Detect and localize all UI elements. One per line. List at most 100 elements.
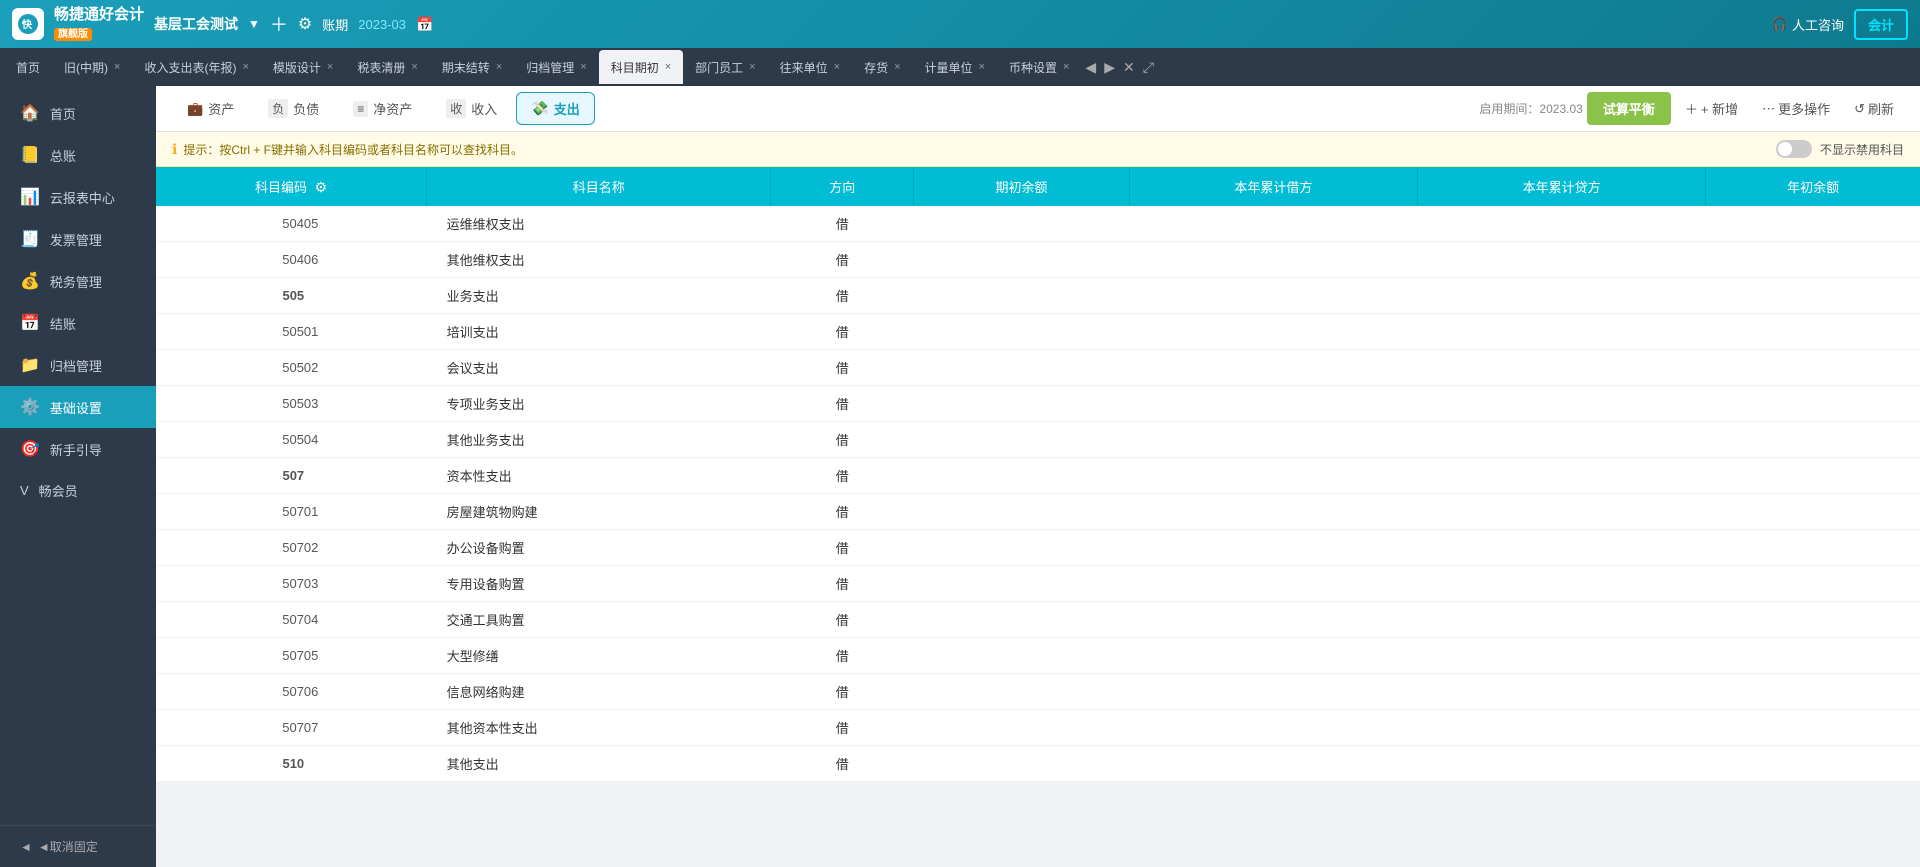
logo-icon: 快: [12, 8, 44, 40]
cell-period-balance: [914, 386, 1130, 422]
sub-tab-expense[interactable]: 💸 支出: [516, 92, 594, 125]
company-name: 基层工会测试: [154, 14, 238, 34]
cell-annual-balance: [1706, 206, 1920, 242]
sidebar-item-basic[interactable]: ⚙️ 基础设置: [0, 386, 156, 428]
cell-name: 其他资本性支出: [427, 710, 771, 746]
sidebar-item-tax[interactable]: 💰 税务管理: [0, 260, 156, 302]
tab-dept-staff-close[interactable]: ×: [749, 61, 755, 73]
refresh-icon: ↺: [1854, 101, 1865, 117]
sidebar-archive-label: 归档管理: [50, 356, 102, 375]
company-dropdown-arrow[interactable]: ▼: [248, 17, 260, 31]
sidebar-item-ledger[interactable]: 📒 总账: [0, 134, 156, 176]
tab-prev-arrow[interactable]: ◀: [1081, 59, 1100, 76]
sub-tab-asset[interactable]: 💼 资产: [172, 92, 249, 125]
tab-period-end[interactable]: 期末结转 ×: [430, 50, 514, 84]
cell-annual-credit: [1418, 530, 1706, 566]
cell-code: 50704: [156, 602, 427, 638]
refresh-button[interactable]: ↺ 刷新: [1844, 93, 1904, 124]
cell-annual-credit: [1418, 242, 1706, 278]
sidebar-close-label: 结账: [50, 314, 76, 333]
cell-annual-debit: [1129, 458, 1417, 494]
tab-expand-icon[interactable]: ⤢: [1139, 59, 1158, 76]
sub-tab-income-label: 收入: [471, 99, 497, 118]
sidebar-invoice-label: 发票管理: [50, 230, 102, 249]
tab-unit-close[interactable]: ×: [979, 61, 985, 73]
table-body: 50405 运维维权支出 借 50406 其他维权支出 借 505 业务支出 借: [156, 206, 1920, 782]
cell-name: 办公设备购置: [427, 530, 771, 566]
add-company-icon[interactable]: ＋: [270, 11, 288, 37]
tab-subject-init-close[interactable]: ×: [665, 61, 671, 73]
tab-template-close[interactable]: ×: [327, 61, 333, 73]
col-settings-icon[interactable]: ⚙: [315, 179, 328, 195]
tab-template[interactable]: 模版设计 ×: [261, 50, 345, 84]
logo-area: 快: [12, 8, 44, 40]
cell-annual-debit: [1129, 350, 1417, 386]
table-row: 50502 会议支出 借: [156, 350, 1920, 386]
calendar-icon[interactable]: 📅: [416, 16, 433, 33]
app-title: 畅捷通好会计 旗舰版: [54, 6, 144, 42]
tab-income-annual[interactable]: 收入支出表(年报) ×: [132, 50, 260, 84]
cell-annual-debit: [1129, 386, 1417, 422]
report-icon: 📊: [20, 187, 40, 207]
tab-counterpart-close[interactable]: ×: [834, 61, 840, 73]
hide-disabled-toggle[interactable]: [1776, 140, 1812, 158]
cell-annual-debit: [1129, 314, 1417, 350]
sidebar-item-guide[interactable]: 🎯 新手引导: [0, 428, 156, 470]
cell-annual-debit: [1129, 278, 1417, 314]
tab-currency[interactable]: 币种设置 ×: [997, 50, 1081, 84]
sidebar-pin-button[interactable]: ◄ ◄取消固定: [0, 825, 156, 867]
cell-direction: 借: [771, 206, 914, 242]
tab-next-arrow[interactable]: ▶: [1100, 59, 1119, 76]
sub-tab-equity[interactable]: ≡ 净资产: [338, 92, 427, 125]
col-direction: 方向: [771, 167, 914, 206]
tab-unit[interactable]: 计量单位 ×: [913, 50, 997, 84]
cell-direction: 借: [771, 422, 914, 458]
period-value[interactable]: 2023-03: [358, 17, 406, 32]
sidebar-item-report[interactable]: 📊 云报表中心: [0, 176, 156, 218]
tab-archive-mgr-close[interactable]: ×: [580, 61, 586, 73]
cell-direction: 借: [771, 494, 914, 530]
cell-annual-credit: [1418, 602, 1706, 638]
tab-currency-close[interactable]: ×: [1063, 61, 1069, 73]
tab-home[interactable]: 首页: [4, 50, 52, 84]
add-subject-button[interactable]: ＋ + 新增: [1675, 93, 1748, 124]
sidebar-item-home[interactable]: 🏠 首页: [0, 92, 156, 134]
sidebar-item-close[interactable]: 📅 结账: [0, 302, 156, 344]
sub-tab-liability[interactable]: 负 负债: [253, 92, 334, 125]
tab-tax-clear-close[interactable]: ×: [411, 61, 417, 73]
cell-annual-debit: [1129, 602, 1417, 638]
table-row: 50504 其他业务支出 借: [156, 422, 1920, 458]
settings-icon[interactable]: ⚙: [298, 14, 312, 34]
tab-tax-clear-label: 税表清册: [357, 59, 405, 76]
cell-period-balance: [914, 566, 1130, 602]
main-layout: 🏠 首页 📒 总账 📊 云报表中心 🧾 发票管理 💰 税务管理 📅 结账 📁 归…: [0, 86, 1920, 867]
sub-tab-income[interactable]: 收 收入: [431, 92, 512, 125]
cell-annual-balance: [1706, 314, 1920, 350]
table-row: 50706 信息网络购建 借: [156, 674, 1920, 710]
more-actions-button[interactable]: ⋯ 更多操作: [1752, 93, 1840, 124]
trial-balance-button[interactable]: 试算平衡: [1587, 92, 1671, 125]
tab-counterpart[interactable]: 往来单位 ×: [768, 50, 852, 84]
help-button[interactable]: 🎧 人工咨询: [1772, 15, 1844, 34]
sidebar-item-member[interactable]: V 畅会员: [0, 470, 156, 511]
cell-annual-credit: [1418, 206, 1706, 242]
sidebar-item-invoice[interactable]: 🧾 发票管理: [0, 218, 156, 260]
tab-archive-mgr-label: 归档管理: [526, 59, 574, 76]
cell-code: 50504: [156, 422, 427, 458]
tab-dept-staff[interactable]: 部门员工 ×: [683, 50, 767, 84]
tab-archive-mgr[interactable]: 归档管理 ×: [514, 50, 598, 84]
account-role-button[interactable]: 会计: [1854, 9, 1908, 40]
tab-inventory[interactable]: 存货 ×: [852, 50, 912, 84]
tab-close-all-icon[interactable]: ✕: [1119, 59, 1139, 76]
tab-subject-init[interactable]: 科目期初 ×: [599, 50, 683, 84]
cell-code: 507: [156, 458, 427, 494]
tab-inventory-close[interactable]: ×: [894, 61, 900, 73]
tab-tax-clear[interactable]: 税表清册 ×: [345, 50, 429, 84]
tab-period-end-close[interactable]: ×: [496, 61, 502, 73]
tab-unit-label: 计量单位: [925, 59, 973, 76]
tab-interim-close[interactable]: ×: [114, 61, 120, 73]
cell-direction: 借: [771, 602, 914, 638]
sidebar-item-archive[interactable]: 📁 归档管理: [0, 344, 156, 386]
tab-income-annual-close[interactable]: ×: [242, 61, 248, 73]
tab-interim[interactable]: 旧(中期) ×: [52, 50, 132, 84]
